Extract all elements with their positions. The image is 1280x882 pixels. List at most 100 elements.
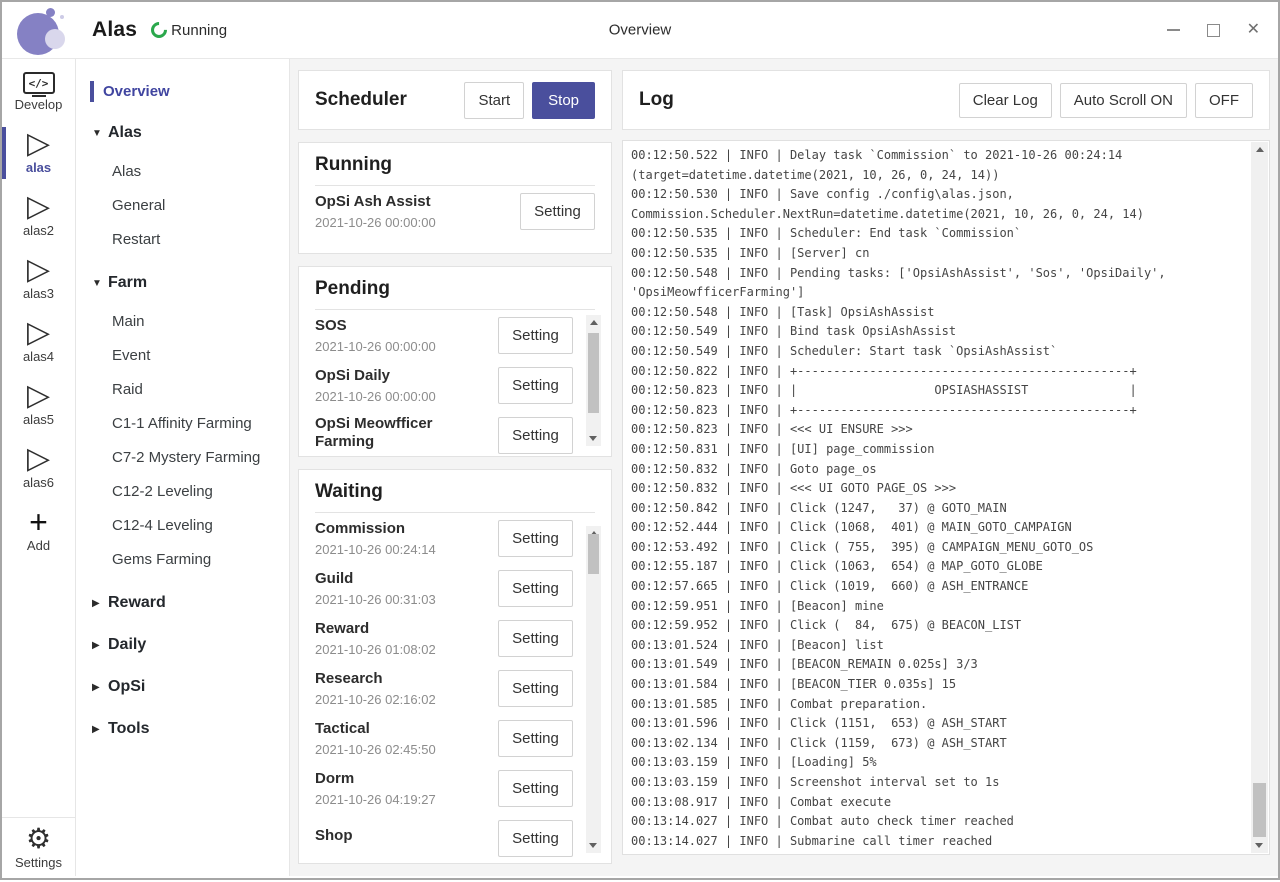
scroll-up-icon[interactable] (1256, 147, 1264, 152)
log-line: 00:12:50.548 | INFO | [Task] OpsiAshAssi… (631, 303, 1243, 323)
running-spinner-icon (148, 19, 171, 42)
setting-button[interactable]: Setting (498, 317, 573, 354)
log-line: 00:12:50.549 | INFO | Scheduler: Start t… (631, 342, 1243, 362)
page-title: Overview (609, 22, 672, 39)
window-controls: ✕ (1167, 2, 1260, 58)
pending-title: Pending (315, 267, 611, 300)
clear-log-button[interactable]: Clear Log (959, 83, 1052, 118)
task-name: OpSi Meowfficer Farming (315, 415, 490, 451)
start-button[interactable]: Start (464, 82, 524, 119)
nav-item[interactable]: Gems Farming (112, 542, 289, 576)
task-row: Guild 2021-10-26 00:31:03 Setting (315, 563, 573, 613)
plus-icon: + (29, 509, 48, 535)
nav-item[interactable]: Alas (112, 154, 289, 188)
nav-group-alas[interactable]: ▼ Alas (76, 112, 289, 154)
waiting-scrollbar[interactable] (586, 526, 601, 853)
log-line: 00:12:57.665 | INFO | Click (1019, 660) … (631, 577, 1243, 597)
nav-item[interactable]: C7-2 Mystery Farming (112, 440, 289, 474)
task-time: 2021-10-26 00:24:14 (315, 542, 490, 557)
scrollbar-thumb[interactable] (1253, 783, 1266, 837)
setting-button[interactable]: Setting (498, 417, 573, 454)
log-line: 00:12:59.952 | INFO | Click ( 84, 675) @… (631, 616, 1243, 636)
minimize-icon[interactable] (1167, 29, 1180, 31)
setting-button[interactable]: Setting (498, 720, 573, 757)
sidebar-item-alas[interactable]: ▷ alas (2, 129, 75, 177)
task-name: Shop (315, 827, 490, 845)
log-line: 00:12:50.548 | INFO | Pending tasks: ['O… (631, 264, 1243, 284)
pending-panel: Pending SOS 2021-10-26 00:00:00 Setting (298, 266, 612, 457)
sidebar-item-alas6[interactable]: ▷ alas6 (2, 444, 75, 492)
close-icon[interactable]: ✕ (1247, 22, 1260, 38)
scrollbar-thumb[interactable] (588, 534, 599, 574)
play-icon: ▷ (27, 320, 50, 346)
nav-item[interactable]: Main (112, 304, 289, 338)
maximize-icon[interactable] (1207, 24, 1220, 37)
log-line: 00:12:59.951 | INFO | [Beacon] mine (631, 597, 1243, 617)
autoscroll-on-button[interactable]: Auto Scroll ON (1060, 83, 1187, 118)
task-time: 2021-10-26 00:00:00 (315, 389, 490, 404)
task-name: SOS (315, 317, 490, 335)
log-line: 00:13:02.134 | INFO | Click (1159, 673) … (631, 734, 1243, 754)
log-scrollbar[interactable] (1251, 142, 1268, 853)
sidebar-item-alas3[interactable]: ▷ alas3 (2, 255, 75, 303)
log-line: 00:12:53.492 | INFO | Click ( 755, 395) … (631, 538, 1243, 558)
setting-button[interactable]: Setting (498, 367, 573, 404)
nav-item[interactable]: C12-4 Leveling (112, 508, 289, 542)
setting-button[interactable]: Setting (498, 770, 573, 807)
play-icon: ▷ (27, 257, 50, 283)
log-line: 00:12:55.187 | INFO | Click (1063, 654) … (631, 557, 1243, 577)
sidebar-item-alas2[interactable]: ▷ alas2 (2, 192, 75, 240)
scroll-up-icon[interactable] (590, 320, 598, 325)
task-row: OpSi Daily 2021-10-26 00:00:00 Setting (315, 360, 573, 410)
chevron-down-icon: ▼ (92, 278, 108, 289)
sidebar-item-develop[interactable]: </> Develop (2, 70, 75, 114)
nav-group-opsi[interactable]: ▶ OpSi (76, 666, 289, 708)
scroll-down-icon[interactable] (589, 843, 597, 848)
log-line: 00:13:14.027 | INFO | Combat auto check … (631, 812, 1243, 832)
sidebar-item-settings[interactable]: ⚙ Settings (2, 817, 75, 876)
nav-group-farm[interactable]: ▼ Farm (76, 262, 289, 304)
autoscroll-off-button[interactable]: OFF (1195, 83, 1253, 118)
nav-item[interactable]: Raid (112, 372, 289, 406)
nav-group-daily[interactable]: ▶ Daily (76, 624, 289, 666)
log-line: 00:12:50.823 | INFO | <<< UI ENSURE >>> (631, 420, 1243, 440)
log-line: 00:13:01.585 | INFO | Combat preparation… (631, 695, 1243, 715)
icon-sidebar: </> Develop ▷ alas ▷ alas2 ▷ alas3 ▷ ala… (2, 59, 76, 876)
task-row: OpSi Meowfficer Farming Setting (315, 410, 573, 457)
nav-item-overview[interactable]: Overview (90, 81, 289, 102)
nav-group-tools[interactable]: ▶ Tools (76, 708, 289, 750)
log-line: 00:12:50.822 | INFO | +-----------------… (631, 362, 1243, 382)
log-line: 00:12:50.831 | INFO | [UI] page_commissi… (631, 440, 1243, 460)
log-panel-header: Log Clear Log Auto Scroll ON OFF (622, 70, 1270, 130)
scheduler-status: Running (151, 22, 227, 39)
nav-item[interactable]: Event (112, 338, 289, 372)
sidebar-item-alas5[interactable]: ▷ alas5 (2, 381, 75, 429)
task-row: Research 2021-10-26 02:16:02 Setting (315, 663, 573, 713)
scrollbar-thumb[interactable] (588, 333, 599, 413)
nav-item[interactable]: C12-2 Leveling (112, 474, 289, 508)
sidebar-item-alas4[interactable]: ▷ alas4 (2, 318, 75, 366)
nav-item[interactable]: General (112, 188, 289, 222)
chevron-down-icon: ▼ (92, 128, 108, 139)
nav-group-reward[interactable]: ▶ Reward (76, 582, 289, 624)
setting-button[interactable]: Setting (498, 570, 573, 607)
log-line: 00:13:01.596 | INFO | Click (1151, 653) … (631, 714, 1243, 734)
scroll-down-icon[interactable] (589, 436, 597, 441)
task-name: Reward (315, 620, 490, 638)
scroll-down-icon[interactable] (1255, 843, 1263, 848)
log-output: 00:12:50.522 | INFO | Delay task `Commis… (622, 140, 1270, 855)
setting-button[interactable]: Setting (498, 620, 573, 657)
waiting-panel: Waiting Commission 2021-10-26 00:24:14 S… (298, 469, 612, 864)
setting-button[interactable]: Setting (498, 520, 573, 557)
log-line: 00:12:50.823 | INFO | | OPSIASHASSIST | (631, 381, 1243, 401)
setting-button[interactable]: Setting (520, 193, 595, 230)
setting-button[interactable]: Setting (498, 820, 573, 857)
pending-scrollbar[interactable] (586, 315, 601, 446)
stop-button[interactable]: Stop (532, 82, 595, 119)
play-icon: ▷ (27, 131, 50, 157)
nav-item[interactable]: C1-1 Affinity Farming (112, 406, 289, 440)
nav-item[interactable]: Restart (112, 222, 289, 256)
setting-button[interactable]: Setting (498, 670, 573, 707)
add-profile-button[interactable]: + Add (2, 507, 75, 555)
play-icon: ▷ (27, 446, 50, 472)
